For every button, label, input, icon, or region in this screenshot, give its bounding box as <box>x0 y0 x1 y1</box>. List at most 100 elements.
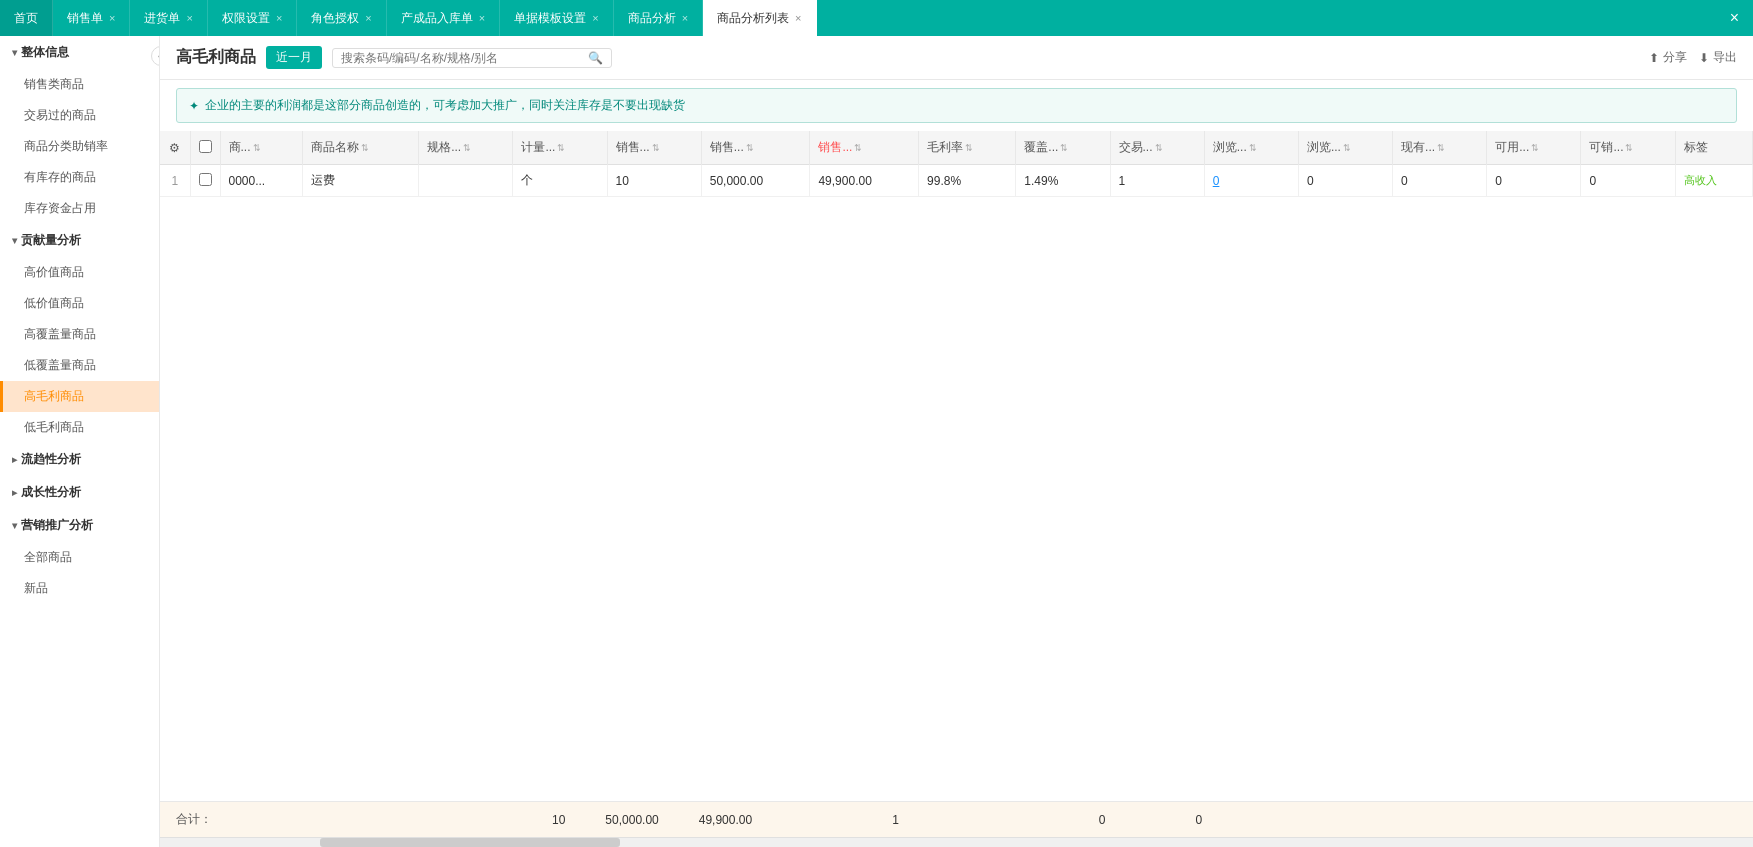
col-name[interactable]: 商品名称 ⇅ <box>303 131 419 165</box>
sidebar: « ▾ 整体信息 销售类商品 交易过的商品 商品分类助销率 有库存的商品 库存资… <box>0 36 160 847</box>
row-checkbox-cell <box>190 165 220 197</box>
row-browse1[interactable]: 0 <box>1204 165 1298 197</box>
sort-icon-salesqty: ⇅ <box>652 143 660 153</box>
sort-icon-transaction: ⇅ <box>1155 143 1163 153</box>
nav-home[interactable]: 首页 <box>0 0 53 36</box>
sidebar-item-low-value[interactable]: 低价值商品 <box>0 288 159 319</box>
col-browse2[interactable]: 浏览... ⇅ <box>1298 131 1392 165</box>
col-settings[interactable]: ⚙ <box>160 131 190 165</box>
content-header: 高毛利商品 近一月 🔍 ⬆ 分享 ⬇ 导出 <box>160 36 1753 80</box>
sidebar-group-overall[interactable]: ▾ 整体信息 <box>0 36 159 69</box>
col-spec[interactable]: 规格... ⇅ <box>419 131 513 165</box>
content-area: 高毛利商品 近一月 🔍 ⬆ 分享 ⬇ 导出 <box>160 36 1753 847</box>
col-saleable[interactable]: 可销... ⇅ <box>1581 131 1675 165</box>
search-icon[interactable]: 🔍 <box>588 51 603 65</box>
col-tag[interactable]: 标签 <box>1675 131 1752 165</box>
horizontal-scrollbar[interactable] <box>160 837 1753 847</box>
total-current: 0 <box>1099 813 1106 827</box>
arrow-down-icon-2: ▾ <box>12 235 17 246</box>
sort-icon-saleable: ⇅ <box>1625 143 1633 153</box>
data-table-container: ⚙ 商... ⇅ <box>160 131 1753 801</box>
col-gross-margin[interactable]: 毛利率 ⇅ <box>919 131 1016 165</box>
total-available: 0 <box>1196 813 1203 827</box>
nav-role-auth[interactable]: 角色授权 × <box>297 0 386 36</box>
sidebar-item-new-goods[interactable]: 新品 <box>0 573 159 604</box>
arrow-right-icon: ▸ <box>12 454 17 465</box>
nav-product-analysis-close[interactable]: × <box>682 12 688 24</box>
total-transaction: 1 <box>892 813 899 827</box>
nav-purchase-order-close[interactable]: × <box>186 12 192 24</box>
nav-product-inbound[interactable]: 产成品入库单 × <box>387 0 500 36</box>
col-coverage[interactable]: 覆盖... ⇅ <box>1016 131 1110 165</box>
window-close-button[interactable]: × <box>1716 9 1753 27</box>
arrow-right-icon-2: ▸ <box>12 487 17 498</box>
nav-product-analysis[interactable]: 商品分析 × <box>614 0 703 36</box>
nav-sales-order[interactable]: 销售单 × <box>53 0 130 36</box>
col-available[interactable]: 可用... ⇅ <box>1487 131 1581 165</box>
col-sales-amount[interactable]: 销售... ⇅ <box>701 131 810 165</box>
sidebar-item-all-goods[interactable]: 全部商品 <box>0 542 159 573</box>
sidebar-item-sales-goods[interactable]: 销售类商品 <box>0 69 159 100</box>
sidebar-group-flow[interactable]: ▸ 流趋性分析 <box>0 443 159 476</box>
nav-permission-settings[interactable]: 权限设置 × <box>208 0 297 36</box>
row-available: 0 <box>1487 165 1581 197</box>
total-sales-cost: 49,900.00 <box>699 813 752 827</box>
nav-product-inbound-close[interactable]: × <box>479 12 485 24</box>
row-sales-qty: 10 <box>607 165 701 197</box>
row-num: 1 <box>160 165 190 197</box>
nav-product-analysis-list-close[interactable]: × <box>795 12 801 24</box>
nav-purchase-order[interactable]: 进货单 × <box>130 0 207 36</box>
row-checkbox[interactable] <box>199 173 212 186</box>
sidebar-item-low-coverage[interactable]: 低覆盖量商品 <box>0 350 159 381</box>
nav-product-analysis-list[interactable]: 商品分析列表 × <box>703 0 816 36</box>
row-unit: 个 <box>513 165 607 197</box>
sidebar-item-stocked-goods[interactable]: 有库存的商品 <box>0 162 159 193</box>
sidebar-item-high-margin[interactable]: 高毛利商品 <box>0 381 159 412</box>
total-label: 合计： <box>176 811 212 828</box>
sidebar-item-high-coverage[interactable]: 高覆盖量商品 <box>0 319 159 350</box>
total-values: 10 50,000.00 49,900.00 1 0 0 <box>232 813 1737 827</box>
tag-high-income: 高收入 <box>1684 174 1717 186</box>
export-button[interactable]: ⬇ 导出 <box>1699 49 1737 66</box>
sort-icon-salescost: ⇅ <box>854 143 862 153</box>
nav-template-settings[interactable]: 单据模板设置 × <box>500 0 613 36</box>
footer-total: 合计： 10 50,000.00 49,900.00 1 0 0 <box>160 801 1753 837</box>
col-browse1[interactable]: 浏览... ⇅ <box>1204 131 1298 165</box>
time-filter-button[interactable]: 近一月 <box>266 46 322 69</box>
col-sales-qty[interactable]: 销售... ⇅ <box>607 131 701 165</box>
nav-template-settings-close[interactable]: × <box>592 12 598 24</box>
nav-role-auth-close[interactable]: × <box>365 12 371 24</box>
row-saleable: 0 <box>1581 165 1675 197</box>
export-icon: ⬇ <box>1699 51 1709 65</box>
sidebar-item-low-margin[interactable]: 低毛利商品 <box>0 412 159 443</box>
search-input[interactable] <box>341 51 588 65</box>
select-all-checkbox[interactable] <box>199 140 212 153</box>
data-table: ⚙ 商... ⇅ <box>160 131 1753 197</box>
sidebar-item-category-rate[interactable]: 商品分类助销率 <box>0 131 159 162</box>
search-box: 🔍 <box>332 48 612 68</box>
row-browse2: 0 <box>1298 165 1392 197</box>
col-sales-cost[interactable]: 销售... ⇅ <box>810 131 919 165</box>
sidebar-group-growth[interactable]: ▸ 成长性分析 <box>0 476 159 509</box>
sort-icon-browse1: ⇅ <box>1249 143 1257 153</box>
col-transaction[interactable]: 交易... ⇅ <box>1110 131 1204 165</box>
col-code[interactable]: 商... ⇅ <box>220 131 303 165</box>
sidebar-group-contribution[interactable]: ▾ 贡献量分析 <box>0 224 159 257</box>
scrollbar-thumb[interactable] <box>320 838 620 847</box>
nav-sales-order-close[interactable]: × <box>109 12 115 24</box>
table-row: 1 0000... 运费 个 10 50,000.00 49,900.00 99 <box>160 165 1753 197</box>
col-current[interactable]: 现有... ⇅ <box>1393 131 1487 165</box>
row-sales-amount: 50,000.00 <box>701 165 810 197</box>
settings-icon[interactable]: ⚙ <box>169 141 180 155</box>
table-header-row: ⚙ 商... ⇅ <box>160 131 1753 165</box>
sidebar-item-traded-goods[interactable]: 交易过的商品 <box>0 100 159 131</box>
col-unit[interactable]: 计量... ⇅ <box>513 131 607 165</box>
row-transaction: 1 <box>1110 165 1204 197</box>
sidebar-item-high-value[interactable]: 高价值商品 <box>0 257 159 288</box>
nav-permission-settings-close[interactable]: × <box>276 12 282 24</box>
share-button[interactable]: ⬆ 分享 <box>1649 49 1687 66</box>
sidebar-group-marketing[interactable]: ▾ 营销推广分析 <box>0 509 159 542</box>
sidebar-item-inventory-capital[interactable]: 库存资金占用 <box>0 193 159 224</box>
info-icon: ✦ <box>189 99 199 113</box>
total-sales-qty: 10 <box>552 813 565 827</box>
